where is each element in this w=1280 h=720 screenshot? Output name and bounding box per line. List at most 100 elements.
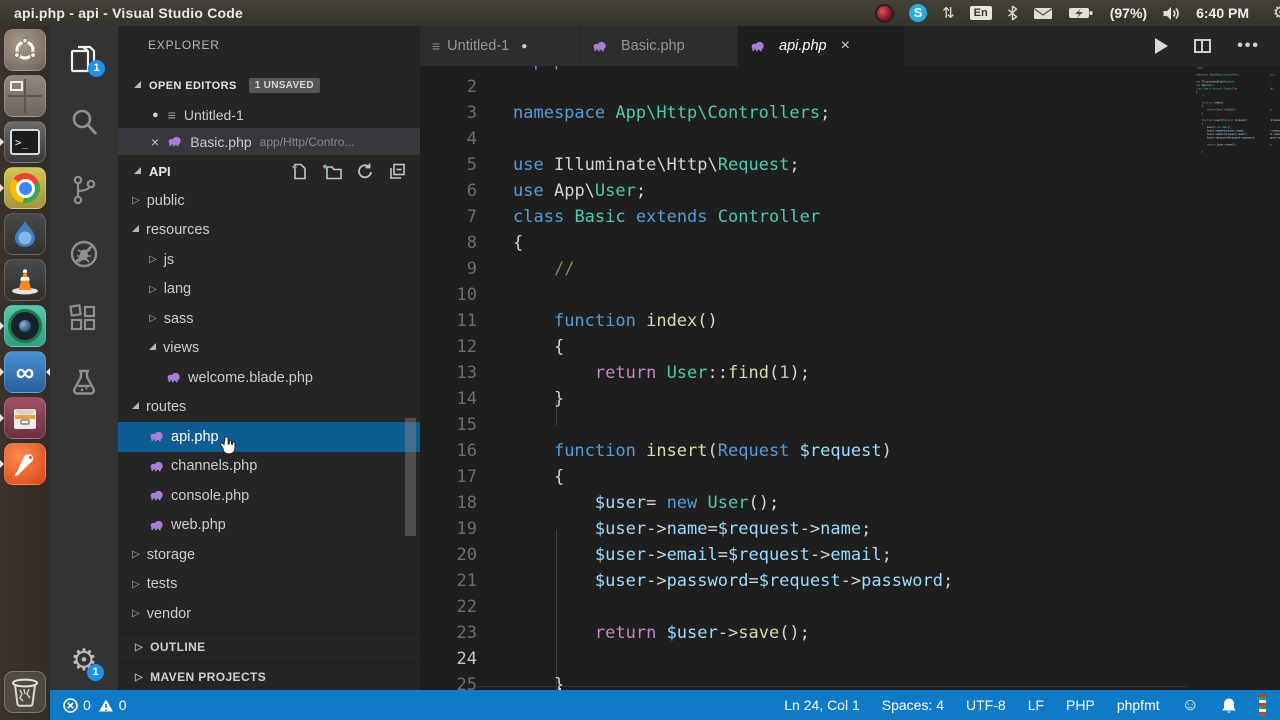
tree-item-lang[interactable]: ▷lang bbox=[118, 275, 420, 305]
maven-projects-section-header[interactable]: ▷ MAVEN PROJECTS bbox=[118, 662, 420, 690]
debug-icon[interactable] bbox=[50, 228, 118, 280]
eol-sequence[interactable]: LF bbox=[1028, 697, 1044, 713]
tree-item-web.php[interactable]: web.php bbox=[118, 511, 420, 541]
warnings-indicator[interactable]: 0 bbox=[98, 697, 127, 713]
code-line-15[interactable]: 15 bbox=[420, 412, 1190, 438]
skype-icon[interactable]: S bbox=[909, 4, 927, 22]
code-line-3[interactable]: 3namespace App\Http\Controllers; bbox=[420, 100, 1190, 126]
more-actions-icon[interactable]: ••• bbox=[1237, 37, 1260, 55]
tree-item-resources[interactable]: resources bbox=[118, 216, 420, 246]
run-code-icon[interactable] bbox=[1155, 38, 1168, 54]
bluetooth-icon[interactable] bbox=[1007, 5, 1018, 21]
code-line-16[interactable]: 16 function insert(Request $request) bbox=[420, 438, 1190, 464]
close-icon[interactable]: × bbox=[151, 134, 159, 150]
outline-section-header[interactable]: ▷ OUTLINE bbox=[118, 632, 420, 661]
tree-item-channels.php[interactable]: channels.php bbox=[118, 452, 420, 482]
code-editor[interactable]: 1<?php23namespace App\Http\Controllers;4… bbox=[420, 66, 1280, 690]
code-line-25[interactable]: 25 } bbox=[420, 672, 1190, 690]
project-section-header[interactable]: API bbox=[118, 158, 420, 185]
tree-item-console.php[interactable]: console.php bbox=[118, 481, 420, 511]
workspace-switcher-icon[interactable] bbox=[4, 75, 46, 117]
code-line-12[interactable]: 12 { bbox=[420, 334, 1190, 360]
code-line-21[interactable]: 21 $user->password=$request->password; bbox=[420, 568, 1190, 594]
ubuntu-dash-icon[interactable] bbox=[4, 29, 46, 71]
tree-item-js[interactable]: ▷js bbox=[118, 245, 420, 275]
close-tab-icon[interactable]: × bbox=[841, 38, 850, 54]
tree-item-views[interactable]: views bbox=[118, 334, 420, 364]
deluge-icon[interactable] bbox=[4, 213, 46, 255]
source-control-icon[interactable] bbox=[50, 164, 118, 216]
code-line-10[interactable]: 10 bbox=[420, 282, 1190, 308]
mail-icon[interactable] bbox=[1033, 6, 1053, 21]
volume-icon[interactable] bbox=[1162, 6, 1181, 21]
tree-item-api.php[interactable]: api.php bbox=[118, 422, 420, 452]
code-line-23[interactable]: 23 return $user->save(); bbox=[420, 620, 1190, 646]
code-line-18[interactable]: 18 $user= new User(); bbox=[420, 490, 1190, 516]
new-folder-icon[interactable] bbox=[323, 164, 342, 180]
minimap[interactable]: <?phpnamespace App\Http\Controllers;use … bbox=[1196, 66, 1270, 690]
code-line-19[interactable]: 19 $user->name=$request->name; bbox=[420, 516, 1190, 542]
code-line-2[interactable]: 2 bbox=[420, 74, 1190, 100]
tree-item-welcome.blade.php[interactable]: welcome.blade.php bbox=[118, 363, 420, 393]
camera-app-icon[interactable] bbox=[4, 305, 46, 347]
tree-item-vendor[interactable]: ▷vendor bbox=[118, 599, 420, 629]
code-line-11[interactable]: 11 function index() bbox=[420, 308, 1190, 334]
code-line-9[interactable]: 9 // bbox=[420, 256, 1190, 282]
search-icon[interactable] bbox=[50, 96, 118, 148]
split-editor-icon[interactable] bbox=[1194, 39, 1211, 53]
collapse-all-icon[interactable] bbox=[389, 163, 406, 180]
new-file-icon[interactable] bbox=[291, 163, 308, 180]
tree-item-tests[interactable]: ▷tests bbox=[118, 570, 420, 600]
record-indicator-icon[interactable] bbox=[875, 4, 894, 23]
terminal-icon[interactable]: >_ bbox=[4, 121, 46, 163]
encoding[interactable]: UTF-8 bbox=[966, 697, 1006, 713]
postman-icon[interactable] bbox=[4, 443, 46, 485]
tree-item-public[interactable]: ▷public bbox=[118, 186, 420, 216]
code-line-7[interactable]: 7class Basic extends Controller bbox=[420, 204, 1190, 230]
sidebar-scrollbar[interactable] bbox=[405, 418, 416, 536]
clock[interactable]: 6:40 PM bbox=[1196, 5, 1249, 21]
indentation[interactable]: Spaces: 4 bbox=[882, 697, 944, 713]
open-editor-untitled[interactable]: ● ≡ Untitled-1 bbox=[118, 101, 420, 128]
archive-manager-icon[interactable] bbox=[4, 397, 46, 439]
code-line-6[interactable]: 6use App\User; bbox=[420, 178, 1190, 204]
vlc-icon[interactable] bbox=[4, 259, 46, 301]
vscode-icon[interactable]: ∞ bbox=[4, 351, 46, 393]
formatter[interactable]: phpfmt bbox=[1117, 697, 1160, 713]
battery-icon[interactable] bbox=[1068, 6, 1095, 20]
code-line-8[interactable]: 8{ bbox=[420, 230, 1190, 256]
notifications-bell-icon[interactable] bbox=[1221, 697, 1237, 714]
code-line-20[interactable]: 20 $user->email=$request->email; bbox=[420, 542, 1190, 568]
open-editors-header[interactable]: OPEN EDITORS 1 UNSAVED bbox=[118, 73, 420, 98]
code-line-5[interactable]: 5use Illuminate\Http\Request; bbox=[420, 152, 1190, 178]
code-line-4[interactable]: 4 bbox=[420, 126, 1190, 152]
explorer-icon[interactable]: 1 bbox=[50, 34, 118, 86]
keyboard-layout-indicator[interactable]: En bbox=[970, 6, 992, 20]
tab-untitled-1[interactable]: ≡ Untitled-1 ● bbox=[420, 26, 580, 66]
test-beaker-icon[interactable] bbox=[50, 358, 118, 410]
chrome-icon[interactable] bbox=[4, 167, 46, 209]
code-line-22[interactable]: 22 bbox=[420, 594, 1190, 620]
code-line-14[interactable]: 14 } bbox=[420, 386, 1190, 412]
network-arrows-icon[interactable]: ⇅ bbox=[942, 4, 955, 22]
code-line-13[interactable]: 13 return User::find(1); bbox=[420, 360, 1190, 386]
code-line-1[interactable]: 1<?php bbox=[420, 66, 1190, 74]
cursor-position[interactable]: Ln 24, Col 1 bbox=[784, 697, 860, 713]
settings-gear-icon[interactable]: ⚙ 1 bbox=[50, 634, 118, 686]
open-editor-basic[interactable]: × Basic.php app/Http/Contro... bbox=[118, 128, 420, 155]
tab-basic-php[interactable]: Basic.php bbox=[580, 26, 738, 66]
tree-item-sass[interactable]: ▷sass bbox=[118, 304, 420, 334]
tab-api-php[interactable]: api.php × bbox=[738, 26, 905, 66]
language-mode[interactable]: PHP bbox=[1066, 697, 1095, 713]
tree-item-routes[interactable]: routes bbox=[118, 393, 420, 423]
dirty-dot-icon[interactable]: ● bbox=[521, 41, 527, 52]
code-line-24[interactable]: 24 bbox=[420, 646, 1190, 672]
errors-indicator[interactable]: 0 bbox=[63, 697, 91, 713]
trash-icon[interactable] bbox=[4, 671, 46, 713]
feedback-smiley-icon[interactable]: ☺ bbox=[1182, 695, 1199, 715]
explorer-sidebar: EXPLORER OPEN EDITORS 1 UNSAVED ● ≡ Unti… bbox=[118, 26, 420, 690]
extensions-icon[interactable] bbox=[50, 292, 118, 344]
refresh-icon[interactable] bbox=[357, 163, 374, 180]
code-line-17[interactable]: 17 { bbox=[420, 464, 1190, 490]
tree-item-storage[interactable]: ▷storage bbox=[118, 540, 420, 570]
